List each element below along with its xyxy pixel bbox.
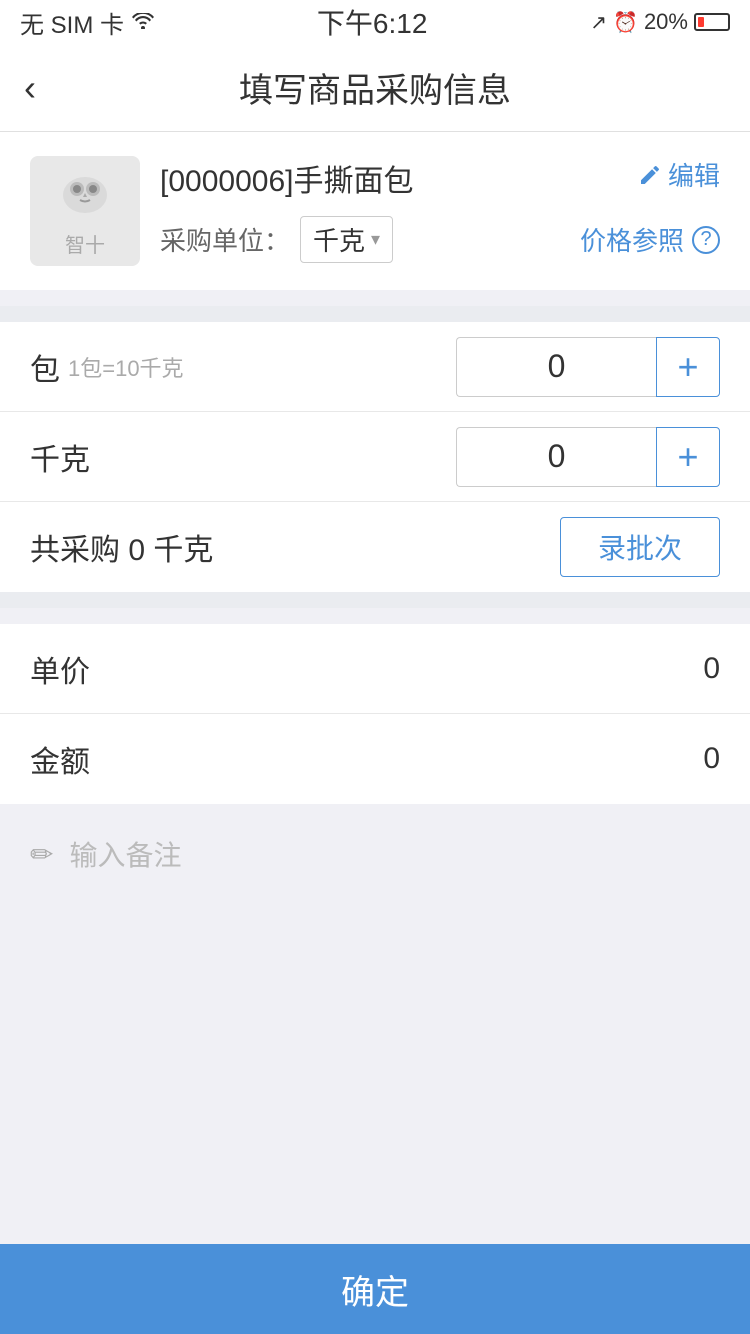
- battery-percent: 20%: [644, 9, 688, 35]
- amount-label: 金额: [30, 737, 90, 781]
- nav-bar: ‹ 填写商品采购信息: [0, 44, 750, 132]
- product-name: [0000006]手撕面包: [160, 156, 413, 200]
- product-card: 智十 [0000006]手撕面包 编辑 采购单位： 千克 ▾ 价格参照 ?: [0, 132, 750, 290]
- product-info: [0000006]手撕面包 编辑 采购单位： 千克 ▾ 价格参照 ?: [160, 156, 720, 263]
- wifi-signal-icon: [132, 8, 154, 36]
- bag-sublabel: 1包=10千克: [68, 351, 184, 383]
- kg-input-right: +: [456, 427, 720, 487]
- unit-value: 千克: [313, 221, 365, 258]
- page-title: 填写商品采购信息: [239, 63, 511, 112]
- remarks-placeholder: 输入备注: [69, 834, 181, 874]
- pencil-icon: ✏: [30, 838, 53, 871]
- owl-icon: [55, 165, 115, 225]
- amount-row: 金额 0: [0, 714, 750, 804]
- alarm-icon: ⏰: [613, 10, 638, 35]
- back-button[interactable]: ‹: [24, 67, 36, 109]
- price-section: 单价 0 金额 0: [0, 624, 750, 804]
- help-icon: ?: [692, 226, 720, 254]
- remarks-input-row: ✏ 输入备注: [30, 834, 720, 874]
- bag-quantity-input[interactable]: [456, 337, 656, 397]
- product-image: 智十: [30, 156, 140, 266]
- brand-label: 智十: [65, 229, 105, 258]
- batch-button[interactable]: 录批次: [560, 517, 720, 577]
- bag-plus-button[interactable]: +: [656, 337, 720, 397]
- status-bar: 无 SIM 卡 下午6:12 ↗ ⏰ 20%: [0, 0, 750, 44]
- kg-quantity-input[interactable]: [456, 427, 656, 487]
- unit-row: 采购单位： 千克 ▾: [160, 216, 393, 263]
- status-left: 无 SIM 卡: [20, 5, 154, 40]
- status-right: ↗ ⏰ 20%: [590, 9, 730, 35]
- unit-select[interactable]: 千克 ▾: [300, 216, 393, 263]
- bottom-padding: [0, 1004, 750, 1104]
- bag-label: 包: [30, 345, 60, 389]
- edit-label: 编辑: [668, 156, 720, 193]
- amount-value: 0: [703, 742, 720, 776]
- product-bottom-row: 采购单位： 千克 ▾ 价格参照 ?: [160, 216, 720, 263]
- kg-input-row: 千克 +: [0, 412, 750, 502]
- kg-label: 千克: [30, 435, 90, 479]
- unit-price-row: 单价 0: [0, 624, 750, 714]
- remarks-section[interactable]: ✏ 输入备注: [0, 804, 750, 1004]
- edit-button[interactable]: 编辑: [638, 156, 720, 193]
- bag-input-right: +: [456, 337, 720, 397]
- kg-plus-button[interactable]: +: [656, 427, 720, 487]
- price-ref-label: 价格参照: [580, 221, 684, 258]
- confirm-button[interactable]: 确定: [0, 1244, 750, 1334]
- bag-input-row: 包 1包=10千克 +: [0, 322, 750, 412]
- section-divider-2: [0, 592, 750, 608]
- unit-price-label: 单价: [30, 647, 90, 691]
- product-top-row: [0000006]手撕面包 编辑: [160, 156, 720, 200]
- bag-input-section: 包 1包=10千克 + 千克 +: [0, 322, 750, 502]
- price-ref-button[interactable]: 价格参照 ?: [580, 221, 720, 258]
- unit-label: 采购单位：: [160, 221, 290, 258]
- chevron-down-icon: ▾: [371, 229, 380, 250]
- time-display: 下午6:12: [317, 2, 428, 42]
- battery-icon: [694, 13, 730, 31]
- location-icon: ↗: [590, 10, 607, 35]
- carrier-text: 无 SIM 卡: [20, 5, 124, 40]
- summary-row: 共采购 0 千克 录批次: [0, 502, 750, 592]
- section-divider-1: [0, 306, 750, 322]
- summary-text: 共采购 0 千克: [30, 525, 213, 569]
- unit-price-value: 0: [703, 652, 720, 686]
